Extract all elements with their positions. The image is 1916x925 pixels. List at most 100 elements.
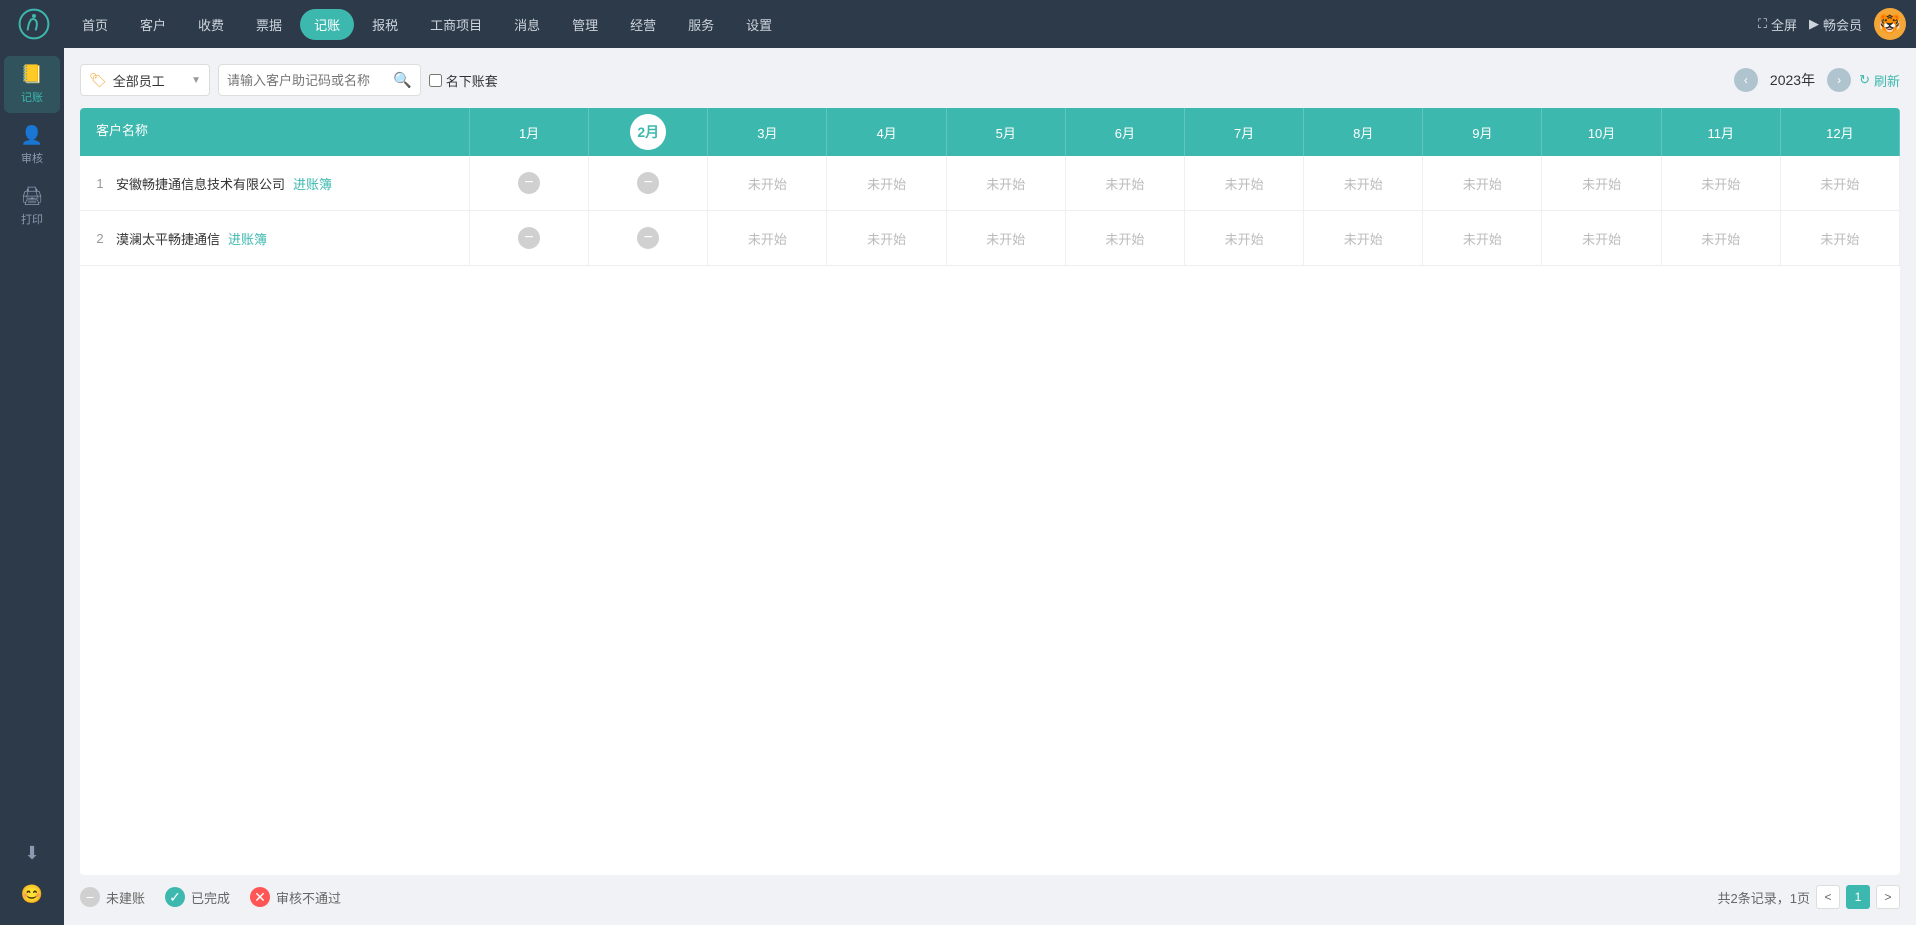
td-month-8: 未开始 bbox=[1304, 156, 1423, 210]
status-not-started: 未开始 bbox=[1105, 174, 1144, 193]
content-area: 🏷 全部员工 ▼ 🔍 名下账套 ‹ 2023年 › ↻ 刷新 bbox=[64, 48, 1916, 925]
nav-right: ⛶ 全屏 ▶ 畅会员 🐯 bbox=[1758, 8, 1906, 40]
td-month-6: 未开始 bbox=[1066, 156, 1185, 210]
status-not-started: 未开始 bbox=[1820, 174, 1859, 193]
td-month-3: 未开始 bbox=[708, 211, 827, 265]
nav-message[interactable]: 消息 bbox=[500, 9, 554, 40]
status-not-started: 未开始 bbox=[1105, 229, 1144, 248]
nav-invoice[interactable]: 票据 bbox=[242, 9, 296, 40]
nav-client[interactable]: 客户 bbox=[126, 9, 180, 40]
refresh-label: 刷新 bbox=[1874, 71, 1900, 90]
audit-icon: 👤 bbox=[21, 125, 43, 146]
footer: − 未建账 ✓ 已完成 ✕ 审核不通过 共2条记录，1页 < 1 > bbox=[80, 875, 1900, 909]
search-input-wrap: 🔍 bbox=[218, 64, 421, 96]
nav-fee[interactable]: 收费 bbox=[184, 9, 238, 40]
nav-manage[interactable]: 管理 bbox=[558, 9, 612, 40]
print-icon: 🖨 bbox=[21, 186, 44, 207]
logo-icon bbox=[18, 8, 50, 40]
sidebar-bottom: ⬇ 😊 bbox=[4, 835, 60, 925]
th-month-5: 5月 bbox=[947, 108, 1066, 156]
prev-page-button[interactable]: < bbox=[1816, 885, 1840, 909]
th-month-6: 6月 bbox=[1066, 108, 1185, 156]
legend-not-built-label: 未建账 bbox=[106, 888, 145, 907]
next-page-button[interactable]: > bbox=[1876, 885, 1900, 909]
legend-dot-red: ✕ bbox=[250, 887, 270, 907]
bookkeeping-icon: 📒 bbox=[21, 64, 43, 85]
td-month-9: 未开始 bbox=[1423, 156, 1542, 210]
nav-bookkeeping[interactable]: 记账 bbox=[300, 9, 354, 40]
nav-tax[interactable]: 报税 bbox=[358, 9, 412, 40]
employee-select-text: 全部员工 bbox=[113, 71, 165, 90]
employee-select[interactable]: 🏷 全部员工 ▼ bbox=[80, 64, 210, 96]
nav-service[interactable]: 服务 bbox=[674, 9, 728, 40]
td-month-4: 未开始 bbox=[827, 156, 946, 210]
next-year-button[interactable]: › bbox=[1827, 68, 1851, 92]
legend-completed-label: 已完成 bbox=[191, 888, 230, 907]
sidebar-item-audit[interactable]: 👤 审核 bbox=[4, 117, 60, 174]
enter-ledger-link[interactable]: 进账簿 bbox=[293, 174, 332, 193]
account-filter-checkbox[interactable] bbox=[429, 74, 442, 87]
sidebar-item-download[interactable]: ⬇ bbox=[4, 835, 60, 872]
sidebar-print-label: 打印 bbox=[21, 211, 43, 227]
status-not-started: 未开始 bbox=[1225, 174, 1264, 193]
nav-settings[interactable]: 设置 bbox=[732, 9, 786, 40]
tag-icon: 🏷 bbox=[89, 72, 107, 89]
td-client: 2漠澜太平畅捷通信进账簿 bbox=[80, 211, 470, 265]
search-input[interactable] bbox=[227, 73, 387, 88]
td-month-5: 未开始 bbox=[947, 156, 1066, 210]
legend-rejected: ✕ 审核不通过 bbox=[250, 887, 341, 907]
search-button[interactable]: 🔍 bbox=[393, 71, 412, 89]
td-client: 1安徽畅捷通信息技术有限公司进账簿 bbox=[80, 156, 470, 210]
th-month-11: 11月 bbox=[1662, 108, 1781, 156]
status-not-started: 未开始 bbox=[748, 229, 787, 248]
nav-business[interactable]: 工商项目 bbox=[416, 9, 496, 40]
active-month-circle: 2月 bbox=[630, 114, 666, 150]
fullscreen-button[interactable]: ⛶ 全屏 bbox=[1758, 15, 1797, 34]
legend-completed: ✓ 已完成 bbox=[165, 887, 230, 907]
th-month-7: 7月 bbox=[1185, 108, 1304, 156]
logo bbox=[10, 8, 58, 40]
th-month-9: 9月 bbox=[1423, 108, 1542, 156]
nav-home[interactable]: 首页 bbox=[68, 9, 122, 40]
status-not-started: 未开始 bbox=[1701, 229, 1740, 248]
legend-dot-teal: ✓ bbox=[165, 887, 185, 907]
td-month-11: 未开始 bbox=[1662, 156, 1781, 210]
td-month-12: 未开始 bbox=[1781, 156, 1900, 210]
checkbox-label: 名下账套 bbox=[446, 71, 498, 90]
sidebar-item-print[interactable]: 🖨 打印 bbox=[4, 178, 60, 235]
td-month-9: 未开始 bbox=[1423, 211, 1542, 265]
checkbox-wrap[interactable]: 名下账套 bbox=[429, 71, 498, 90]
toolbar: 🏷 全部员工 ▼ 🔍 名下账套 ‹ 2023年 › ↻ 刷新 bbox=[80, 64, 1900, 96]
td-month-5: 未开始 bbox=[947, 211, 1066, 265]
status-not-started: 未开始 bbox=[986, 174, 1025, 193]
fullscreen-label: 全屏 bbox=[1771, 15, 1797, 34]
sidebar-item-support[interactable]: 😊 bbox=[4, 876, 60, 913]
sidebar-item-bookkeeping[interactable]: 📒 记账 bbox=[4, 56, 60, 113]
status-not-started: 未开始 bbox=[1582, 174, 1621, 193]
td-month-12: 未开始 bbox=[1781, 211, 1900, 265]
refresh-icon: ↻ bbox=[1859, 72, 1870, 88]
vip-label: 畅会员 bbox=[1823, 15, 1862, 34]
page-1-button[interactable]: 1 bbox=[1846, 885, 1870, 909]
prev-year-button[interactable]: ‹ bbox=[1734, 68, 1758, 92]
legend-rejected-label: 审核不通过 bbox=[276, 888, 341, 907]
legend-not-built: − 未建账 bbox=[80, 887, 145, 907]
status-dash-icon: − bbox=[637, 227, 659, 249]
status-not-started: 未开始 bbox=[1344, 229, 1383, 248]
chevron-down-icon: ▼ bbox=[191, 75, 201, 86]
sidebar-bookkeeping-label: 记账 bbox=[21, 89, 43, 105]
row-number: 1 bbox=[92, 176, 108, 191]
nav-operate[interactable]: 经营 bbox=[616, 9, 670, 40]
fullscreen-icon: ⛶ bbox=[1758, 16, 1767, 32]
enter-ledger-link[interactable]: 进账簿 bbox=[228, 229, 267, 248]
refresh-button[interactable]: ↻ 刷新 bbox=[1859, 71, 1900, 90]
th-month-12: 12月 bbox=[1781, 108, 1900, 156]
vip-button[interactable]: ▶ 畅会员 bbox=[1809, 15, 1862, 34]
vip-icon: ▶ bbox=[1809, 16, 1819, 32]
status-not-started: 未开始 bbox=[867, 174, 906, 193]
table-body: 1安徽畅捷通信息技术有限公司进账簿−−未开始未开始未开始未开始未开始未开始未开始… bbox=[80, 156, 1900, 875]
legend-dot-gray: − bbox=[80, 887, 100, 907]
td-month-10: 未开始 bbox=[1542, 156, 1661, 210]
record-info: 共2条记录，1页 bbox=[1718, 888, 1810, 907]
avatar[interactable]: 🐯 bbox=[1874, 8, 1906, 40]
